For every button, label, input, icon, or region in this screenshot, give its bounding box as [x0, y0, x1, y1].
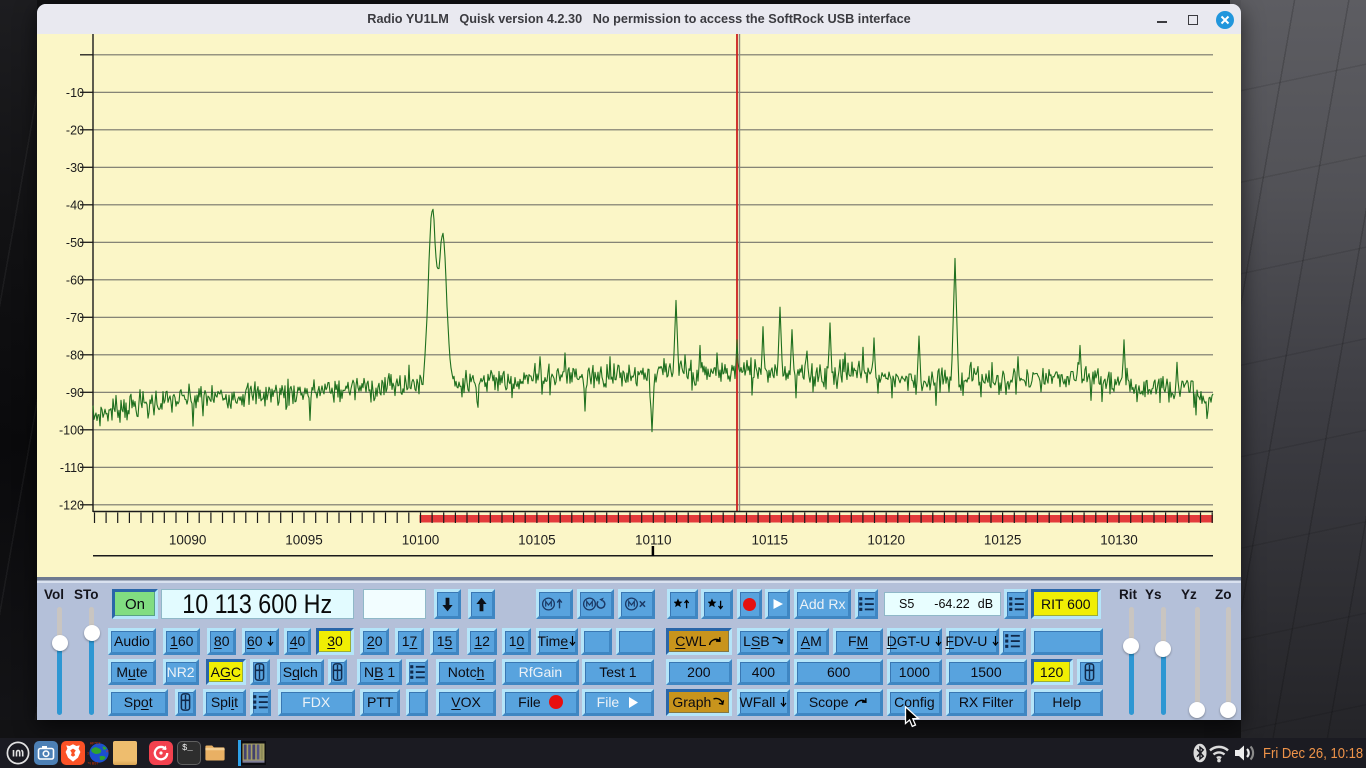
svg-text:-100: -100 [59, 423, 84, 437]
svg-text:IN BST: IN BST [87, 762, 99, 765]
svg-text:R: R [106, 750, 109, 754]
svg-text:10110: 10110 [635, 533, 672, 548]
svg-text:-30: -30 [66, 161, 84, 175]
svg-text:3: 3 [87, 751, 89, 755]
svg-text:10125: 10125 [984, 533, 1022, 548]
svg-text:10090: 10090 [169, 533, 207, 548]
svg-text:10100: 10100 [402, 533, 440, 548]
svg-text:-60: -60 [66, 273, 84, 287]
svg-text:-40: -40 [66, 198, 84, 212]
svg-text:HF*CX: HF*CX [90, 742, 101, 746]
svg-text:-90: -90 [66, 386, 84, 400]
svg-text:10120: 10120 [867, 533, 905, 548]
svg-text:-10: -10 [66, 86, 84, 100]
svg-text:10105: 10105 [518, 533, 556, 548]
svg-text:-80: -80 [66, 348, 84, 362]
svg-text:-110: -110 [60, 461, 84, 475]
svg-text:-20: -20 [66, 123, 84, 137]
svg-text:10130: 10130 [1100, 533, 1138, 548]
svg-text:10095: 10095 [285, 533, 323, 548]
svg-text:-50: -50 [66, 236, 84, 250]
svg-text:-70: -70 [66, 311, 84, 325]
svg-text:10115: 10115 [752, 533, 789, 548]
svg-text:-120: -120 [59, 498, 84, 512]
